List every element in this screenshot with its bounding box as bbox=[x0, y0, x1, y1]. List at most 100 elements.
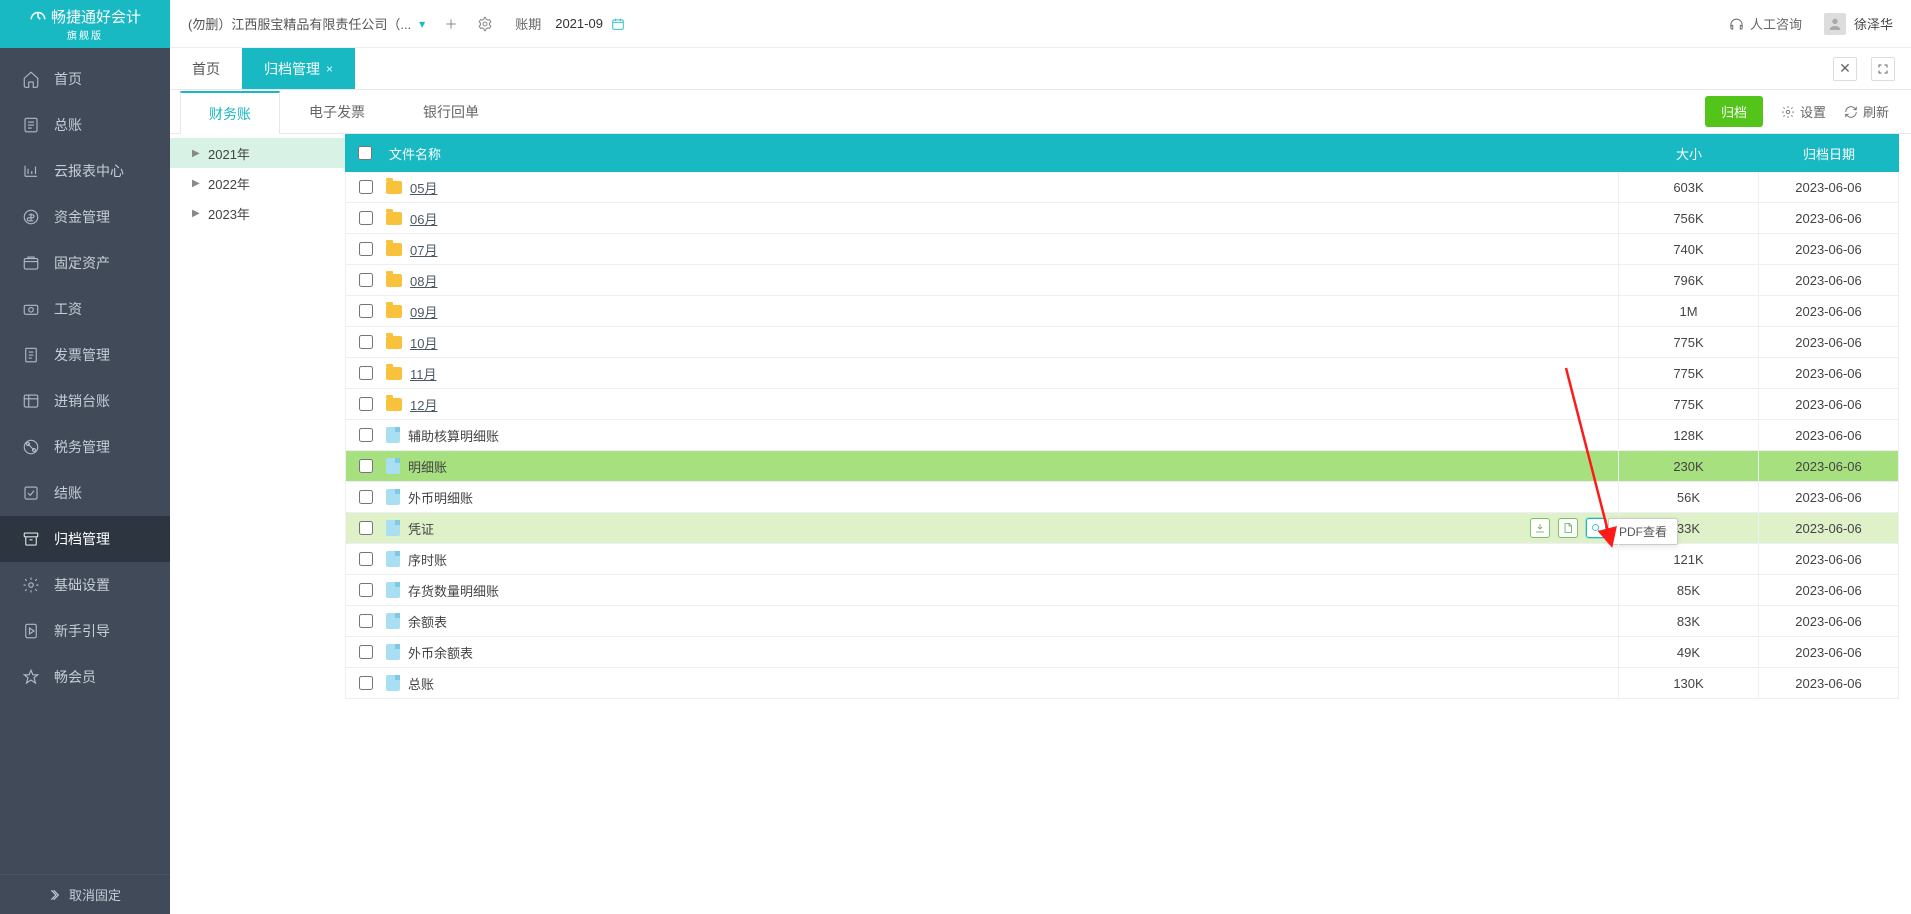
help-link[interactable]: 人工咨询 bbox=[1729, 14, 1802, 33]
file-date: 2023-06-06 bbox=[1758, 513, 1898, 543]
row-checkbox[interactable] bbox=[359, 335, 373, 349]
table-row: 序时账121K2023-06-06 bbox=[345, 544, 1899, 575]
row-checkbox[interactable] bbox=[359, 273, 373, 287]
nav-label: 进销台账 bbox=[54, 391, 110, 411]
unpin-button[interactable]: 取消固定 bbox=[0, 874, 170, 914]
row-checkbox[interactable] bbox=[359, 614, 373, 628]
nav-ledger[interactable]: 总账 bbox=[0, 102, 170, 148]
nav-home[interactable]: 首页 bbox=[0, 56, 170, 102]
download-action[interactable] bbox=[1530, 518, 1550, 538]
file-size: 775K bbox=[1618, 327, 1758, 357]
invoice-icon bbox=[22, 346, 40, 364]
file-name[interactable]: 11月 bbox=[410, 364, 437, 383]
sidebar: 畅捷通好会计 旗舰版 首页总账云报表中心资金管理固定资产工资发票管理进销台账税务… bbox=[0, 0, 170, 914]
table-row: 09月1M2023-06-06 bbox=[345, 296, 1899, 327]
file-name[interactable]: 12月 bbox=[410, 395, 437, 414]
file-size: 121K bbox=[1618, 544, 1758, 574]
pdf-view-action[interactable] bbox=[1586, 518, 1606, 538]
file-name: 余额表 bbox=[408, 612, 447, 631]
period-value: 2021-09 bbox=[555, 16, 603, 31]
nav-salary[interactable]: 工资 bbox=[0, 286, 170, 332]
col-date: 归档日期 bbox=[1759, 144, 1899, 163]
file-date: 2023-06-06 bbox=[1758, 172, 1898, 202]
row-checkbox[interactable] bbox=[359, 304, 373, 318]
table-row: 存货数量明细账85K2023-06-06 bbox=[345, 575, 1899, 606]
select-all-checkbox[interactable] bbox=[358, 146, 372, 160]
tree-year[interactable]: ▶2022年 bbox=[170, 168, 345, 198]
file-date: 2023-06-06 bbox=[1758, 544, 1898, 574]
subtabs: 财务账电子发票银行回单 归档 设置 刷新 bbox=[170, 90, 1911, 134]
row-checkbox[interactable] bbox=[359, 583, 373, 597]
row-checkbox[interactable] bbox=[359, 211, 373, 225]
row-checkbox[interactable] bbox=[359, 645, 373, 659]
row-checkbox[interactable] bbox=[359, 242, 373, 256]
file-date: 2023-06-06 bbox=[1758, 358, 1898, 388]
file-date: 2023-06-06 bbox=[1758, 637, 1898, 667]
nav-inventory[interactable]: 进销台账 bbox=[0, 378, 170, 424]
subtab-财务账[interactable]: 财务账 bbox=[180, 91, 280, 134]
nav-label: 云报表中心 bbox=[54, 161, 124, 181]
subtab-电子发票[interactable]: 电子发票 bbox=[280, 90, 394, 133]
nav-settings[interactable]: 基础设置 bbox=[0, 562, 170, 608]
company-selector[interactable]: (勿删）江西服宝精品有限责任公司（... ▾ bbox=[188, 14, 425, 33]
settings-icon bbox=[22, 576, 40, 594]
row-checkbox[interactable] bbox=[359, 676, 373, 690]
file-name[interactable]: 08月 bbox=[410, 271, 437, 290]
row-checkbox[interactable] bbox=[359, 428, 373, 442]
file-size: 1M bbox=[1618, 296, 1758, 326]
tree-year[interactable]: ▶2023年 bbox=[170, 198, 345, 228]
nav-guide[interactable]: 新手引导 bbox=[0, 608, 170, 654]
nav-tax[interactable]: 税务管理 bbox=[0, 424, 170, 470]
calendar-icon[interactable] bbox=[611, 17, 625, 31]
settings-link[interactable]: 设置 bbox=[1781, 102, 1826, 121]
file-name[interactable]: 10月 bbox=[410, 333, 437, 352]
tab-归档管理[interactable]: 归档管理× bbox=[242, 48, 355, 89]
tab-首页[interactable]: 首页 bbox=[170, 48, 242, 89]
row-checkbox[interactable] bbox=[359, 366, 373, 380]
file-name[interactable]: 06月 bbox=[410, 209, 437, 228]
file-size: 56K bbox=[1618, 482, 1758, 512]
subtab-银行回单[interactable]: 银行回单 bbox=[394, 90, 508, 133]
file-name[interactable]: 07月 bbox=[410, 240, 437, 259]
file-size: 756K bbox=[1618, 203, 1758, 233]
file-name[interactable]: 09月 bbox=[410, 302, 437, 321]
nav-vip[interactable]: 畅会员 bbox=[0, 654, 170, 700]
close-icon[interactable]: ✕ bbox=[1833, 57, 1857, 81]
file-size: 230K bbox=[1618, 451, 1758, 481]
nav-archive[interactable]: 归档管理 bbox=[0, 516, 170, 562]
file-icon bbox=[386, 613, 400, 629]
nav-label: 归档管理 bbox=[54, 529, 110, 549]
close-icon[interactable]: × bbox=[326, 62, 333, 76]
folder-icon bbox=[386, 274, 402, 287]
avatar[interactable] bbox=[1824, 13, 1846, 35]
row-checkbox[interactable] bbox=[359, 459, 373, 473]
nav-invoice[interactable]: 发票管理 bbox=[0, 332, 170, 378]
gear-icon[interactable] bbox=[477, 16, 493, 32]
file-table: 文件名称 大小 归档日期 05月603K2023-06-0606月756K202… bbox=[345, 134, 1911, 914]
folder-icon bbox=[386, 243, 402, 256]
file-size: 775K bbox=[1618, 358, 1758, 388]
archive-button[interactable]: 归档 bbox=[1705, 96, 1763, 127]
period-label: 账期 bbox=[515, 14, 541, 33]
row-checkbox[interactable] bbox=[359, 180, 373, 194]
row-checkbox[interactable] bbox=[359, 490, 373, 504]
file-size: 85K bbox=[1618, 575, 1758, 605]
nav-money[interactable]: 资金管理 bbox=[0, 194, 170, 240]
file-name[interactable]: 05月 bbox=[410, 178, 437, 197]
row-checkbox[interactable] bbox=[359, 521, 373, 535]
pdf-action[interactable] bbox=[1558, 518, 1578, 538]
nav-close[interactable]: 结账 bbox=[0, 470, 170, 516]
tree-year[interactable]: ▶2021年 bbox=[170, 138, 345, 168]
add-icon[interactable] bbox=[443, 16, 459, 32]
table-row: 11月 775K2023-06-06 bbox=[345, 358, 1899, 389]
file-size: 130K bbox=[1618, 668, 1758, 698]
file-date: 2023-06-06 bbox=[1758, 203, 1898, 233]
file-icon bbox=[386, 644, 400, 660]
nav-asset[interactable]: 固定资产 bbox=[0, 240, 170, 286]
row-checkbox[interactable] bbox=[359, 552, 373, 566]
refresh-link[interactable]: 刷新 bbox=[1844, 102, 1889, 121]
nav-label: 发票管理 bbox=[54, 345, 110, 365]
nav-report[interactable]: 云报表中心 bbox=[0, 148, 170, 194]
row-checkbox[interactable] bbox=[359, 397, 373, 411]
fullscreen-icon[interactable] bbox=[1871, 57, 1895, 81]
